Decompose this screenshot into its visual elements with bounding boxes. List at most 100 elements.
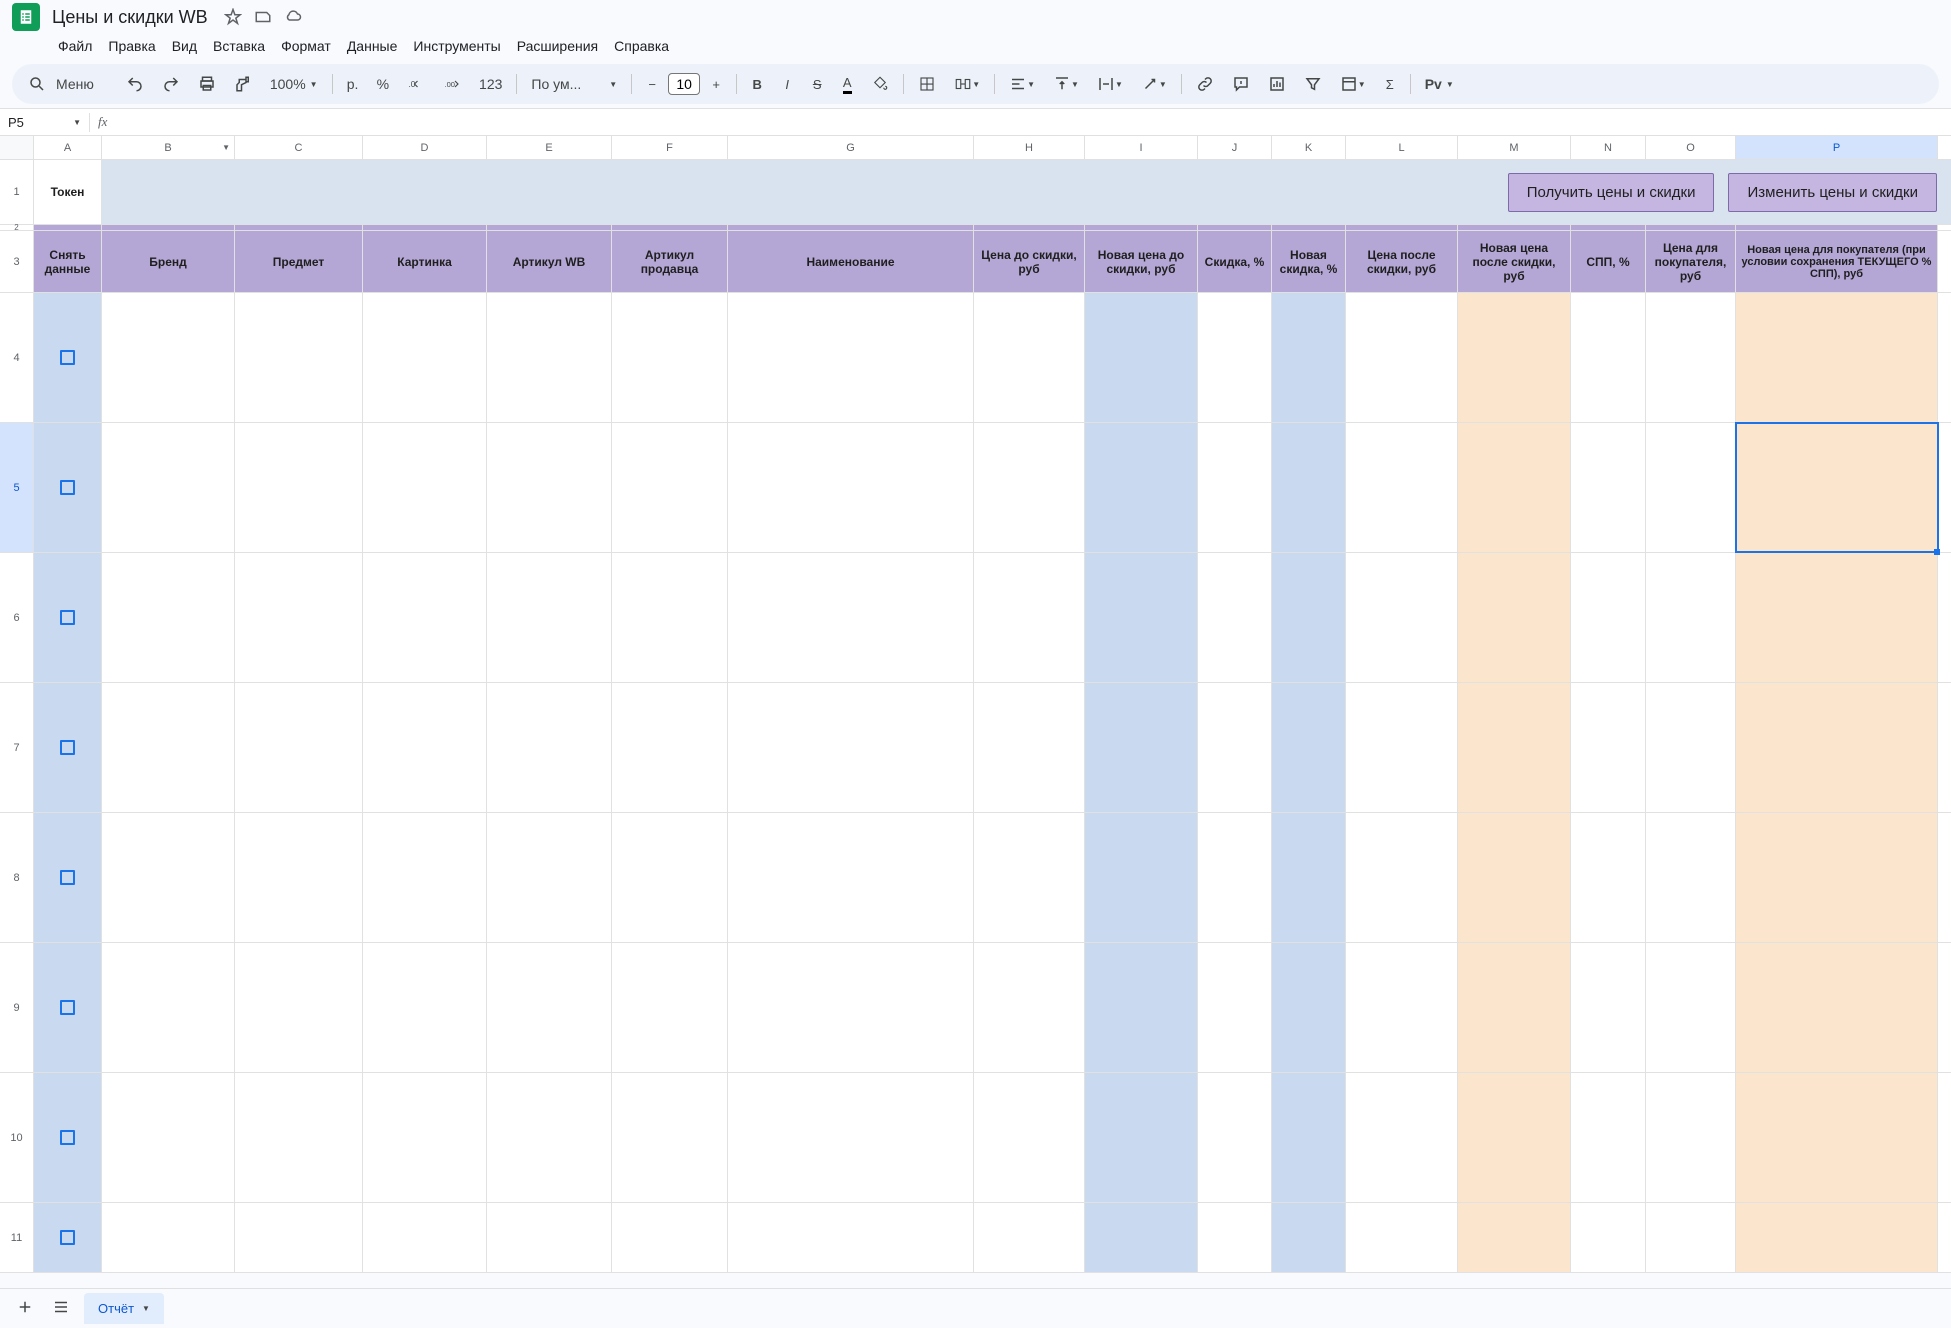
cell-C6[interactable] (235, 553, 363, 682)
italic-icon[interactable]: I (773, 70, 801, 98)
cell-C5[interactable] (235, 423, 363, 552)
toolbar-menus-label[interactable]: Меню (56, 76, 94, 92)
cell-D8[interactable] (363, 813, 487, 942)
col-header-O[interactable]: O (1646, 136, 1736, 159)
header-M[interactable]: Новая цена после скидки, руб (1458, 231, 1571, 292)
menu-insert[interactable]: Вставка (205, 36, 273, 54)
cell-M8[interactable] (1458, 813, 1571, 942)
col-header-N[interactable]: N (1571, 136, 1646, 159)
cell-N6[interactable] (1571, 553, 1646, 682)
filter-views-icon[interactable]: ▼ (1332, 70, 1374, 98)
cell-H9[interactable] (974, 943, 1085, 1072)
menu-extensions[interactable]: Расширения (509, 36, 606, 54)
cell-E11[interactable] (487, 1203, 612, 1272)
menu-file[interactable]: Файл (50, 36, 100, 54)
cell-C10[interactable] (235, 1073, 363, 1202)
cell-O5[interactable] (1646, 423, 1736, 552)
col-header-D[interactable]: D (363, 136, 487, 159)
checkbox-7[interactable] (60, 740, 75, 755)
cell-C8[interactable] (235, 813, 363, 942)
cell-F11[interactable] (612, 1203, 728, 1272)
cell-H10[interactable] (974, 1073, 1085, 1202)
cell-A10[interactable] (34, 1073, 102, 1202)
row-header-9[interactable]: 9 (0, 943, 34, 1072)
cell-K11[interactable] (1272, 1203, 1346, 1272)
cell-L4[interactable] (1346, 293, 1458, 422)
cell-H5[interactable] (974, 423, 1085, 552)
cell-E4[interactable] (487, 293, 612, 422)
all-sheets-icon[interactable] (48, 1294, 74, 1323)
cell-F4[interactable] (612, 293, 728, 422)
cell-J7[interactable] (1198, 683, 1272, 812)
cell-B8[interactable] (102, 813, 235, 942)
cell-F8[interactable] (612, 813, 728, 942)
select-all-corner[interactable] (0, 136, 34, 159)
col-header-P[interactable]: P (1736, 136, 1938, 159)
formula-input[interactable] (115, 113, 1951, 132)
cell-H4[interactable] (974, 293, 1085, 422)
cell-P11[interactable] (1736, 1203, 1938, 1272)
cell-G11[interactable] (728, 1203, 974, 1272)
menu-view[interactable]: Вид (164, 36, 205, 54)
cell-C9[interactable] (235, 943, 363, 1072)
menu-tools[interactable]: Инструменты (405, 36, 508, 54)
col-header-B[interactable]: B▼ (102, 136, 235, 159)
cell-E7[interactable] (487, 683, 612, 812)
cell-G8[interactable] (728, 813, 974, 942)
cell-K10[interactable] (1272, 1073, 1346, 1202)
h-align-icon[interactable]: ▼ (1001, 70, 1043, 98)
menu-format[interactable]: Формат (273, 36, 339, 54)
checkbox-11[interactable] (60, 1230, 75, 1245)
header-H[interactable]: Цена до скидки, руб (974, 231, 1085, 292)
checkbox-9[interactable] (60, 1000, 75, 1015)
header-P[interactable]: Новая цена для покупателя (при условии с… (1736, 231, 1938, 292)
undo-icon[interactable] (118, 70, 152, 98)
cell-K5[interactable] (1272, 423, 1346, 552)
borders-icon[interactable] (910, 70, 944, 98)
cell-E9[interactable] (487, 943, 612, 1072)
rotate-icon[interactable]: ▼ (1133, 70, 1175, 98)
text-color-icon[interactable]: A (833, 70, 861, 98)
cell-K4[interactable] (1272, 293, 1346, 422)
row-header-2[interactable]: 2 (0, 225, 34, 230)
cell-L11[interactable] (1346, 1203, 1458, 1272)
cell-C4[interactable] (235, 293, 363, 422)
add-sheet-icon[interactable] (12, 1294, 38, 1323)
cell-A8[interactable] (34, 813, 102, 942)
cell-L6[interactable] (1346, 553, 1458, 682)
col-header-K[interactable]: K (1272, 136, 1346, 159)
col-header-J[interactable]: J (1198, 136, 1272, 159)
spreadsheet-grid[interactable]: A B▼ C D E F G H I J K L M N O P 1 Токен… (0, 136, 1951, 1273)
cell-A6[interactable] (34, 553, 102, 682)
header-N[interactable]: СПП, % (1571, 231, 1646, 292)
row-header-1[interactable]: 1 (0, 160, 34, 224)
filter-icon[interactable] (1296, 70, 1330, 98)
row-header-7[interactable]: 7 (0, 683, 34, 812)
search-icon[interactable] (20, 70, 54, 98)
cell-P8[interactable] (1736, 813, 1938, 942)
cell-J11[interactable] (1198, 1203, 1272, 1272)
cell-K6[interactable] (1272, 553, 1346, 682)
cell-E6[interactable] (487, 553, 612, 682)
cell-N10[interactable] (1571, 1073, 1646, 1202)
cell-F6[interactable] (612, 553, 728, 682)
cell-M11[interactable] (1458, 1203, 1571, 1272)
row-header-11[interactable]: 11 (0, 1203, 34, 1272)
cell-L8[interactable] (1346, 813, 1458, 942)
cell-P6[interactable] (1736, 553, 1938, 682)
sheet-tab-1[interactable]: Отчёт▼ (84, 1293, 164, 1324)
cell-A7[interactable] (34, 683, 102, 812)
cell-F10[interactable] (612, 1073, 728, 1202)
token-row-merged[interactable]: Получить цены и скидки Изменить цены и с… (102, 160, 1951, 224)
header-F[interactable]: Артикул продавца (612, 231, 728, 292)
get-prices-button[interactable]: Получить цены и скидки (1508, 173, 1715, 212)
cell-M4[interactable] (1458, 293, 1571, 422)
cell-A5[interactable] (34, 423, 102, 552)
header-I[interactable]: Новая цена до скидки, руб (1085, 231, 1198, 292)
col-header-E[interactable]: E (487, 136, 612, 159)
cell-I4[interactable] (1085, 293, 1198, 422)
cell-I6[interactable] (1085, 553, 1198, 682)
cell-B11[interactable] (102, 1203, 235, 1272)
cell-C11[interactable] (235, 1203, 363, 1272)
cell-M10[interactable] (1458, 1073, 1571, 1202)
